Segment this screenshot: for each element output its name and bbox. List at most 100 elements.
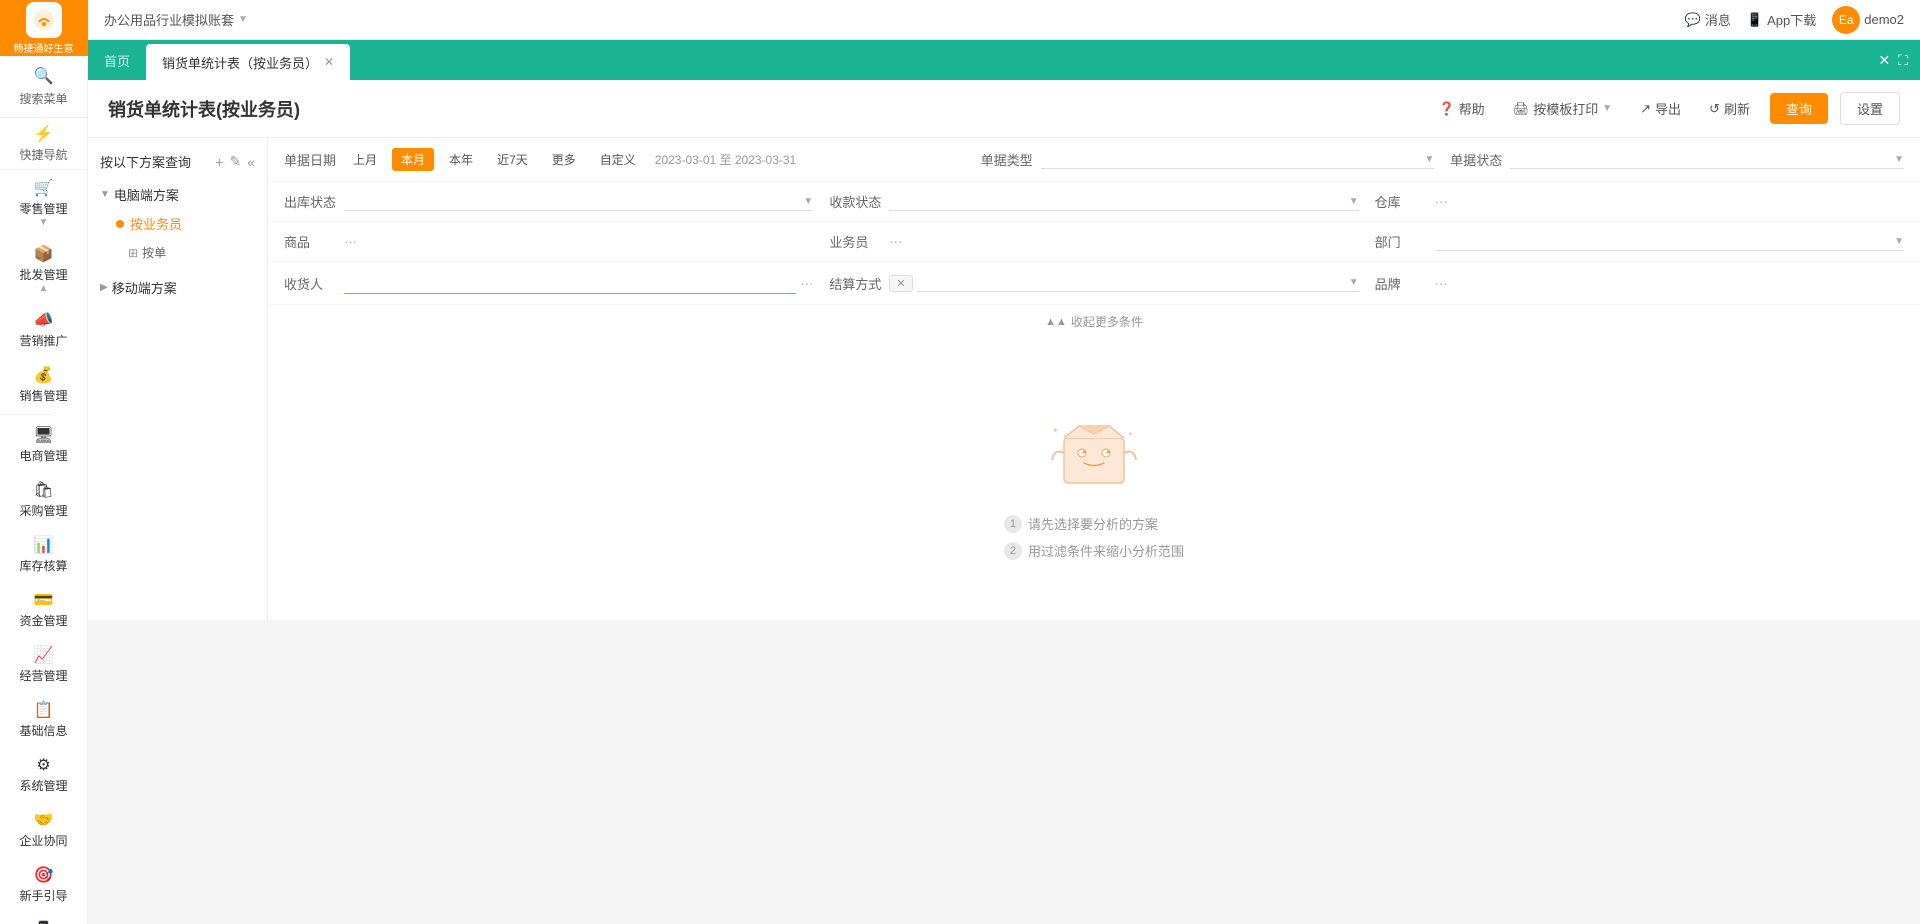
- tab-close-all-icon[interactable]: ✕: [1878, 52, 1890, 69]
- query-button[interactable]: 查询: [1770, 93, 1828, 124]
- doc-type-control[interactable]: ▼: [1041, 151, 1435, 169]
- help-icon: ❓: [1438, 101, 1454, 117]
- doc-status-control[interactable]: ▼: [1510, 151, 1904, 169]
- recipient-input[interactable]: [344, 272, 796, 294]
- payment-status-select[interactable]: ▼: [889, 193, 1358, 211]
- collapse-conditions-btn[interactable]: ▲▲ 收起更多条件: [268, 305, 1920, 338]
- settlement-select[interactable]: ▼: [917, 274, 1359, 292]
- sub-item-label: 按单: [142, 244, 166, 261]
- topbar: 办公用品行业模拟账套 ▼ 💬 消息 📱 App下载 Ea demo2: [88, 0, 1920, 40]
- ecommerce-label: 电商管理: [19, 447, 67, 464]
- filter-row-4: 收货人 ··· 结算方式 ✕: [268, 262, 1920, 305]
- user-menu[interactable]: Ea demo2: [1832, 6, 1904, 34]
- finance-icon: 💳: [34, 590, 54, 610]
- topbar-left: 办公用品行业模拟账套 ▼: [104, 10, 248, 29]
- account-selector[interactable]: 办公用品行业模拟账套 ▼: [104, 10, 248, 29]
- date-last-7-days[interactable]: 近7天: [488, 148, 537, 171]
- goods-control[interactable]: ···: [344, 234, 813, 249]
- settlement-control[interactable]: ✕ ▼: [889, 274, 1358, 292]
- scheme-pc-header[interactable]: ▼ 电脑端方案: [88, 181, 267, 208]
- refresh-label: 刷新: [1724, 99, 1750, 118]
- sidebar-search-section[interactable]: 🔍 搜索菜单: [0, 56, 87, 118]
- scheme-add-icon[interactable]: +: [215, 154, 223, 170]
- sidebar-item-system[interactable]: ⚙ 系统管理: [0, 747, 87, 802]
- department-select[interactable]: ▼: [1435, 233, 1904, 251]
- salesperson-control[interactable]: ···: [889, 234, 1358, 249]
- active-scheme-label: 按业务员: [130, 214, 182, 233]
- scheme-sub-item-by-order[interactable]: ⊞ 按单: [88, 239, 267, 266]
- tab-sales-report[interactable]: 销货单统计表（按业务员） ✕: [146, 44, 350, 80]
- scheme-edit-icon[interactable]: ✎: [229, 153, 241, 170]
- sidebar-item-finance[interactable]: 💳 资金管理: [0, 582, 87, 637]
- sidebar-item-appcenter[interactable]: 📱 应用中心: [0, 912, 87, 924]
- scheme-mobile-header[interactable]: ▶ 移动端方案: [88, 274, 267, 301]
- collapse-chevron-icon: ▲▲: [1045, 316, 1067, 328]
- settings-button[interactable]: 设置: [1840, 92, 1900, 125]
- filter-doc-status: 单据状态 ▼: [1450, 150, 1904, 169]
- sidebar-item-newbie[interactable]: 🎯 新手引导: [0, 857, 87, 912]
- svg-text:✦: ✦: [1052, 426, 1059, 435]
- settlement-tag-close[interactable]: ✕: [896, 277, 905, 290]
- sidebar-quicknav-section[interactable]: ⚡ 快捷导航: [0, 118, 87, 170]
- messages-label: 消息: [1705, 10, 1731, 29]
- goods-dots[interactable]: ···: [344, 234, 357, 249]
- page: 销货单统计表(按业务员) ❓ 帮助 🖨 按模板打印 ▼ ↗ 导出: [88, 80, 1920, 924]
- brand-control[interactable]: ···: [1435, 276, 1904, 291]
- scheme-panel-icons: + ✎ «: [215, 153, 255, 170]
- pc-section-label: 电脑端方案: [114, 185, 179, 204]
- doc-type-select[interactable]: ▼: [1041, 151, 1435, 169]
- payment-status-control[interactable]: ▼: [889, 193, 1358, 211]
- tab-home[interactable]: 首页: [88, 40, 146, 80]
- refresh-icon: ↺: [1709, 101, 1720, 117]
- date-current-year[interactable]: 本年: [440, 148, 482, 171]
- username-label: demo2: [1864, 12, 1904, 27]
- help-btn[interactable]: ❓ 帮助: [1430, 95, 1492, 122]
- app-download-label: App下载: [1767, 10, 1816, 29]
- date-last-month[interactable]: 上月: [344, 148, 386, 171]
- app-download-btn[interactable]: 📱 App下载: [1747, 10, 1816, 29]
- pc-section-arrow-icon: ▼: [100, 189, 110, 200]
- scheme-item-by-salesperson[interactable]: 按业务员: [88, 208, 267, 239]
- export-btn[interactable]: ↗ 导出: [1632, 95, 1689, 122]
- sidebar-item-ecommerce[interactable]: 🖥 电商管理: [0, 417, 87, 472]
- sidebar-item-operations[interactable]: 📈 经营管理: [0, 637, 87, 692]
- date-more[interactable]: 更多: [543, 148, 585, 171]
- sidebar-item-retail[interactable]: 🛒 零售管理 ▼: [0, 170, 87, 236]
- salesperson-dots[interactable]: ···: [889, 234, 902, 249]
- sidebar-item-wholesale[interactable]: 📦 批发管理 ▲: [0, 236, 87, 302]
- print-btn[interactable]: 🖨 按模板打印 ▼: [1505, 95, 1620, 122]
- brand-dots[interactable]: ···: [1435, 276, 1448, 291]
- marketing-label: 营销推广: [19, 332, 67, 349]
- sidebar-item-marketing[interactable]: 📣 营销推广: [0, 302, 87, 357]
- warehouse-control[interactable]: ···: [1435, 194, 1904, 209]
- recipient-dots[interactable]: ···: [800, 276, 813, 291]
- tab-close-icon[interactable]: ✕: [324, 55, 334, 69]
- salesperson-label: 业务员: [829, 232, 881, 251]
- doc-status-select[interactable]: ▼: [1510, 151, 1904, 169]
- date-label: 单据日期: [284, 150, 336, 169]
- date-current-month[interactable]: 本月: [392, 148, 434, 171]
- department-control[interactable]: ▼: [1435, 233, 1904, 251]
- main-layout: 按以下方案查询 + ✎ « ▼ 电脑端方案: [88, 138, 1920, 620]
- filter-doc-type: 单据类型 ▼: [981, 150, 1435, 169]
- out-status-select[interactable]: ▼: [344, 193, 813, 211]
- inventory-label: 库存核算: [19, 557, 67, 574]
- out-status-control[interactable]: ▼: [344, 193, 813, 211]
- sidebar-item-basic[interactable]: 📋 基础信息: [0, 692, 87, 747]
- sidebar-item-sales[interactable]: 💰 销售管理: [0, 357, 87, 412]
- recipient-control[interactable]: ···: [344, 272, 813, 294]
- scheme-collapse-icon[interactable]: «: [247, 154, 255, 170]
- refresh-btn[interactable]: ↺ 刷新: [1701, 95, 1758, 122]
- purchase-label: 采购管理: [19, 502, 67, 519]
- warehouse-dots[interactable]: ···: [1435, 194, 1448, 209]
- date-custom[interactable]: 自定义: [591, 148, 645, 171]
- sidebar-item-inventory[interactable]: 📊 库存核算: [0, 527, 87, 582]
- tab-fullscreen-icon[interactable]: ⛶: [1898, 52, 1908, 69]
- quicknav-label: 快捷导航: [19, 146, 67, 163]
- inventory-icon: 📊: [34, 535, 54, 555]
- sidebar-item-purchase[interactable]: 🛍 采购管理: [0, 472, 87, 527]
- sidebar-item-enterprise[interactable]: 🤝 企业协同: [0, 802, 87, 857]
- doc-type-arrow-icon: ▼: [1424, 154, 1434, 165]
- svg-text:✦: ✦: [1128, 431, 1133, 438]
- messages-btn[interactable]: 💬 消息: [1685, 10, 1731, 29]
